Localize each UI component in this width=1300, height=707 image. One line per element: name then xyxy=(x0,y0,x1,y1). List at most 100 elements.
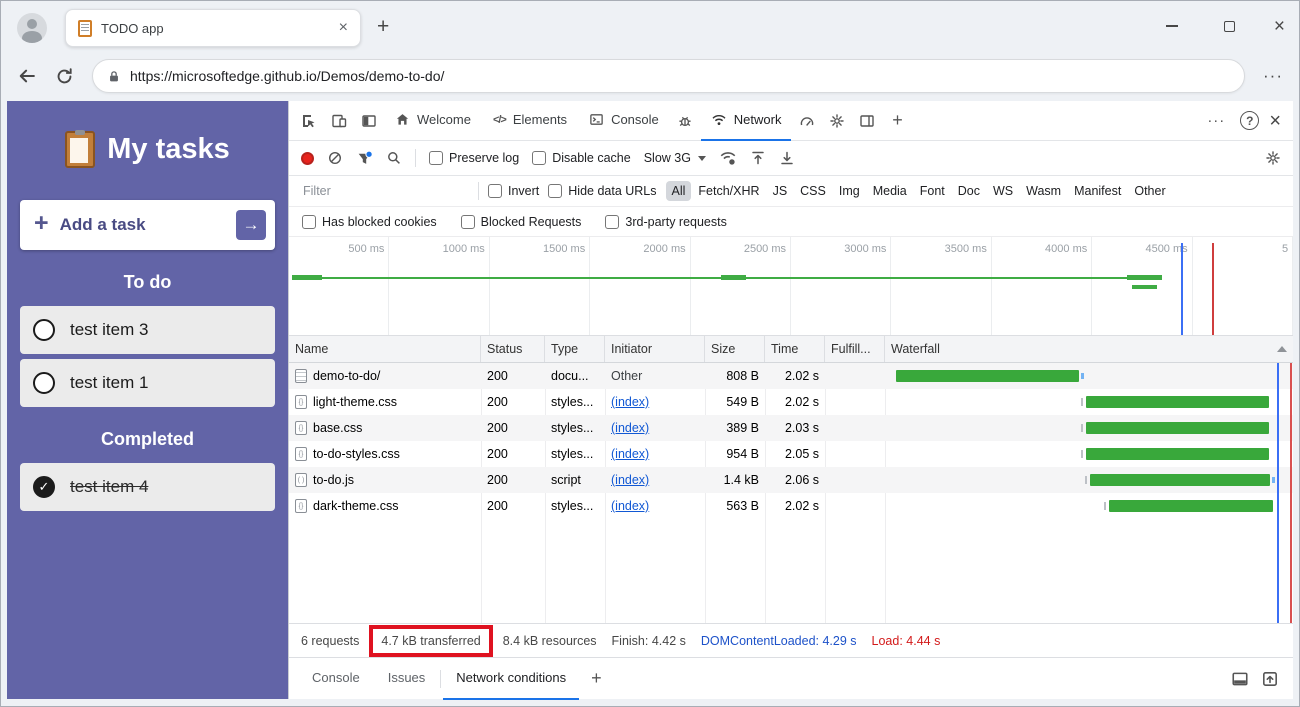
checkbox-icon[interactable] xyxy=(429,151,443,165)
request-row[interactable]: demo-to-do/ 200 docu... Other 808 B 2.02… xyxy=(289,363,1293,389)
address-bar[interactable]: https://microsoftedge.github.io/Demos/de… xyxy=(92,59,1245,93)
clear-icon[interactable] xyxy=(327,150,343,166)
record-button[interactable] xyxy=(301,152,314,165)
more-tabs-plus-icon[interactable]: + xyxy=(883,107,911,135)
maximize-button[interactable] xyxy=(1216,12,1244,40)
devtools-close-icon[interactable]: × xyxy=(1269,111,1281,131)
blocked-requests-checkbox[interactable]: Blocked Requests xyxy=(461,215,582,229)
invert-checkbox[interactable]: Invert xyxy=(488,184,539,198)
search-icon[interactable] xyxy=(386,150,402,166)
network-settings-gear-icon[interactable] xyxy=(1265,150,1281,166)
filter-pill-ws[interactable]: WS xyxy=(987,181,1019,201)
filter-icon[interactable] xyxy=(356,150,373,167)
column-header-initiator[interactable]: Initiator xyxy=(605,336,705,362)
filter-pill-css[interactable]: CSS xyxy=(794,181,832,201)
filter-pill-all[interactable]: All xyxy=(666,181,692,201)
tab-close-icon[interactable]: × xyxy=(339,20,348,36)
browser-tab[interactable]: TODO app × xyxy=(65,9,361,47)
checkbox-icon[interactable] xyxy=(548,184,562,198)
checkbox-icon[interactable] xyxy=(532,151,546,165)
task-checkbox-checked[interactable]: ✓ xyxy=(33,476,55,498)
network-overview-timeline[interactable]: 500 ms 1000 ms 1500 ms 2000 ms 2500 ms 3… xyxy=(289,237,1293,336)
checkbox-icon[interactable] xyxy=(488,184,502,198)
export-har-icon[interactable] xyxy=(779,150,795,166)
column-header-status[interactable]: Status xyxy=(481,336,545,362)
drawer-more-tools-icon[interactable]: + xyxy=(581,668,612,689)
filter-pill-media[interactable]: Media xyxy=(867,181,913,201)
throttling-dropdown[interactable]: Slow 3G xyxy=(644,151,706,165)
hide-data-urls-checkbox[interactable]: Hide data URLs xyxy=(548,184,656,198)
checkbox-icon[interactable] xyxy=(461,215,475,229)
preserve-log-checkbox[interactable]: Preserve log xyxy=(429,151,519,165)
back-button[interactable] xyxy=(17,66,37,86)
tab-welcome[interactable]: Welcome xyxy=(385,101,481,141)
tab-elements[interactable]: </> Elements xyxy=(483,101,577,141)
tab-network[interactable]: Network xyxy=(701,101,792,141)
minimize-button[interactable] xyxy=(1158,12,1186,40)
task-checkbox[interactable] xyxy=(33,372,55,394)
devtools-more-menu-icon[interactable]: ··· xyxy=(1202,107,1230,135)
column-header-fulfilled[interactable]: Fulfill... xyxy=(825,336,885,362)
filter-pill-js[interactable]: JS xyxy=(767,181,794,201)
request-row[interactable]: ( )to-do.js 200 script (index) 1.4 kB 2.… xyxy=(289,467,1293,493)
disable-cache-checkbox[interactable]: Disable cache xyxy=(532,151,631,165)
profile-avatar[interactable] xyxy=(17,13,47,43)
filter-pill-manifest[interactable]: Manifest xyxy=(1068,181,1127,201)
issues-bug-icon[interactable] xyxy=(671,107,699,135)
third-party-requests-checkbox[interactable]: 3rd-party requests xyxy=(605,215,726,229)
task-checkbox[interactable] xyxy=(33,319,55,341)
refresh-button[interactable] xyxy=(55,67,74,86)
settings-gear-icon[interactable] xyxy=(823,107,851,135)
performance-gauge-icon[interactable] xyxy=(793,107,821,135)
network-conditions-icon[interactable] xyxy=(719,149,737,167)
browser-settings-menu-icon[interactable]: ··· xyxy=(1263,66,1283,86)
window-close-button[interactable]: × xyxy=(1274,17,1285,36)
request-row[interactable]: {}light-theme.css 200 styles... (index) … xyxy=(289,389,1293,415)
request-row[interactable]: {}to-do-styles.css 200 styles... (index)… xyxy=(289,441,1293,467)
drawer-tab-issues[interactable]: Issues xyxy=(375,658,439,700)
layout-panel-icon[interactable] xyxy=(853,107,881,135)
focus-mode-icon[interactable] xyxy=(355,107,383,135)
devtools-drawer: Console Issues Network conditions + xyxy=(289,657,1293,699)
dock-panel-icon[interactable] xyxy=(1231,670,1249,688)
task-item[interactable]: test item 1 xyxy=(20,359,275,407)
task-item-completed[interactable]: ✓ test item 4 xyxy=(20,463,275,511)
request-row[interactable]: {}dark-theme.css 200 styles... (index) 5… xyxy=(289,493,1293,519)
initiator-link[interactable]: (index) xyxy=(611,447,649,461)
column-header-name[interactable]: Name xyxy=(289,336,481,362)
submit-task-button[interactable]: → xyxy=(236,210,266,240)
help-icon[interactable]: ? xyxy=(1240,111,1259,130)
initiator-link[interactable]: (index) xyxy=(611,473,649,487)
device-toolbar-icon[interactable] xyxy=(325,107,353,135)
filter-pill-img[interactable]: Img xyxy=(833,181,866,201)
column-header-type[interactable]: Type xyxy=(545,336,605,362)
filter-input[interactable] xyxy=(301,183,469,199)
has-blocked-cookies-checkbox[interactable]: Has blocked cookies xyxy=(302,215,437,229)
time-label: 5 xyxy=(1193,237,1293,335)
expand-panel-icon[interactable] xyxy=(1261,670,1279,688)
initiator-link[interactable]: (index) xyxy=(611,421,649,435)
column-header-size[interactable]: Size xyxy=(705,336,765,362)
tab-console[interactable]: Console xyxy=(579,101,669,141)
initiator-link[interactable]: (index) xyxy=(611,395,649,409)
sort-ascending-icon[interactable] xyxy=(1277,346,1287,352)
inspect-element-icon[interactable] xyxy=(295,107,323,135)
filter-pill-doc[interactable]: Doc xyxy=(952,181,986,201)
request-row[interactable]: {}base.css 200 styles... (index) 389 B 2… xyxy=(289,415,1293,441)
filter-pill-other[interactable]: Other xyxy=(1128,181,1171,201)
drawer-tab-network-conditions[interactable]: Network conditions xyxy=(443,658,579,700)
add-task-button[interactable]: + Add a task → xyxy=(20,200,275,250)
filter-pill-font[interactable]: Font xyxy=(914,181,951,201)
drawer-tab-console[interactable]: Console xyxy=(299,658,373,700)
task-item[interactable]: test item 3 xyxy=(20,306,275,354)
import-har-icon[interactable] xyxy=(750,150,766,166)
new-tab-button[interactable]: + xyxy=(377,15,389,39)
filter-pill-wasm[interactable]: Wasm xyxy=(1020,181,1067,201)
filter-pill-fetch-xhr[interactable]: Fetch/XHR xyxy=(692,181,765,201)
lock-icon[interactable] xyxy=(107,69,121,84)
checkbox-icon[interactable] xyxy=(605,215,619,229)
initiator-link[interactable]: (index) xyxy=(611,499,649,513)
column-header-waterfall[interactable]: Waterfall xyxy=(885,336,1293,362)
column-header-time[interactable]: Time xyxy=(765,336,825,362)
checkbox-icon[interactable] xyxy=(302,215,316,229)
